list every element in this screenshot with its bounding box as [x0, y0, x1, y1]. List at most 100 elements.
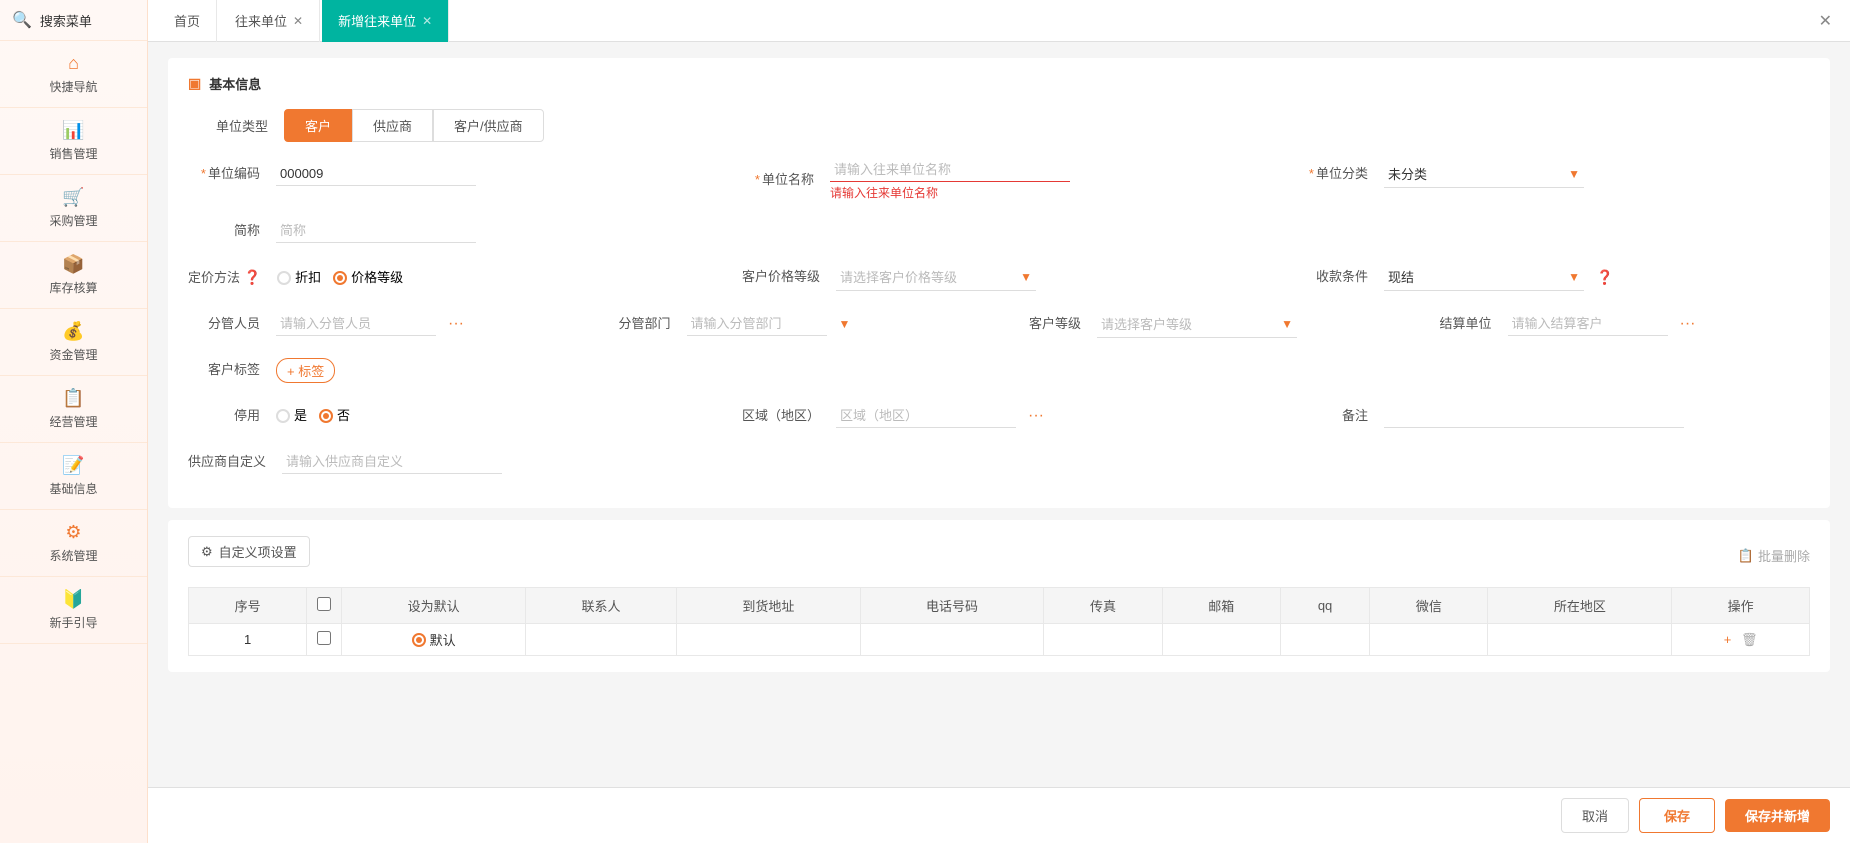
pricing-discount-option[interactable]: 折扣: [277, 262, 321, 294]
dropdown-arrow-icon-2: ▼: [1020, 270, 1032, 284]
tab-partners[interactable]: 往来单位 ✕: [219, 0, 320, 42]
pricing-discount-radio[interactable]: [277, 271, 291, 285]
area-input[interactable]: [836, 404, 1016, 428]
tag-add-button[interactable]: + 标签: [276, 358, 335, 383]
table-card: ⚙ 自定义项设置 📋 批量删除 序号 设为默认 联系人 到货地址 电话: [168, 520, 1830, 672]
unit-category-select[interactable]: 未分类 ▼: [1384, 160, 1584, 188]
field-unit-name: *单位名称 请输入往来单位名称: [742, 158, 1256, 201]
col-index: 序号: [189, 588, 307, 624]
tab-new-partner[interactable]: 新增往来单位 ✕: [322, 0, 449, 42]
sidebar-item-inventory[interactable]: 📦 库存核算: [0, 242, 147, 309]
department-input[interactable]: [687, 312, 827, 336]
row-add-btn[interactable]: +: [1724, 632, 1732, 647]
pricing-method-label: 定价方法 ❓: [188, 261, 269, 294]
sidebar-item-finance[interactable]: 💰 资金管理: [0, 309, 147, 376]
unit-type-supplier-btn[interactable]: 供应商: [352, 109, 433, 142]
row-delete-btn[interactable]: 🗑: [1741, 632, 1758, 647]
help-icon[interactable]: ❓: [244, 269, 261, 285]
sidebar-item-label: 快捷导航: [49, 78, 97, 95]
disabled-no-option[interactable]: 否: [319, 400, 350, 432]
save-button[interactable]: 保存: [1639, 798, 1715, 833]
customer-level-placeholder: 请选择客户等级: [1101, 314, 1277, 333]
row-qq: [1280, 624, 1369, 656]
unit-name-input[interactable]: [830, 158, 1070, 182]
tab-new-partner-label: 新增往来单位: [338, 11, 416, 30]
row-default-radio[interactable]: [412, 633, 426, 647]
unit-type-both-btn[interactable]: 客户/供应商: [433, 109, 544, 142]
pricing-level-option[interactable]: 价格等级: [333, 262, 403, 294]
batch-delete-area: 📋 批量删除: [1738, 546, 1810, 565]
area-more-btn[interactable]: ···: [1024, 408, 1048, 424]
save-new-button[interactable]: 保存并新增: [1725, 799, 1830, 832]
sidebar-item-quick-nav[interactable]: ⌂ 快捷导航: [0, 41, 147, 108]
tab-partners-close[interactable]: ✕: [293, 14, 303, 28]
sidebar-item-newbie[interactable]: 🔰 新手引导: [0, 577, 147, 644]
unit-name-wrapper: 请输入往来单位名称: [830, 158, 1256, 201]
sidebar-item-system[interactable]: ⚙ 系统管理: [0, 510, 147, 577]
sidebar-item-sales[interactable]: 📊 销售管理: [0, 108, 147, 175]
col-contact: 联系人: [525, 588, 676, 624]
manager-label: 分管人员: [188, 308, 268, 340]
manager-more-btn[interactable]: ···: [444, 316, 468, 332]
settlement-unit-more-btn[interactable]: ···: [1676, 316, 1700, 332]
payment-terms-help-icon[interactable]: ❓: [1596, 269, 1613, 286]
row-checkbox[interactable]: [317, 631, 331, 645]
window-close-icon[interactable]: ✕: [1811, 11, 1840, 31]
row-action: + 🗑: [1672, 624, 1810, 656]
supplier-custom-input[interactable]: [282, 450, 502, 474]
short-name-input[interactable]: [276, 219, 476, 243]
row-checkbox-cell: [307, 624, 342, 656]
remark-label: 备注: [1296, 400, 1376, 432]
pricing-level-radio[interactable]: [333, 271, 347, 285]
department-select[interactable]: ▼: [835, 313, 955, 335]
customer-tag-label: 客户标签: [188, 354, 268, 386]
tag-add-label: + 标签: [287, 361, 324, 380]
row-default-label: 默认: [430, 630, 456, 649]
disabled-yes-radio[interactable]: [276, 409, 290, 423]
money-icon: 💰: [62, 321, 84, 342]
box-icon: 📦: [62, 254, 84, 275]
disabled-yes-option[interactable]: 是: [276, 400, 307, 432]
unit-type-row: 单位类型 客户 供应商 客户/供应商: [188, 109, 1810, 142]
sidebar-search[interactable]: 🔍 搜索菜单: [0, 0, 147, 41]
sidebar-item-label: 系统管理: [49, 547, 97, 564]
row-index: 1: [189, 624, 307, 656]
dropdown-arrow-icon-4: ▼: [839, 317, 851, 331]
remark-input[interactable]: [1384, 404, 1684, 428]
sidebar-item-operations[interactable]: 📋 经营管理: [0, 376, 147, 443]
unit-code-input[interactable]: [276, 162, 476, 186]
custom-settings-button[interactable]: ⚙ 自定义项设置: [188, 536, 310, 567]
unit-type-label: 单位类型: [188, 116, 268, 135]
col-region: 所在地区: [1488, 588, 1672, 624]
chart-icon: 📊: [62, 120, 84, 141]
select-all-checkbox[interactable]: [317, 597, 331, 611]
col-address: 到货地址: [676, 588, 860, 624]
customer-level-select[interactable]: 请选择客户等级 ▼: [1097, 310, 1297, 338]
sidebar-item-purchase[interactable]: 🛒 采购管理: [0, 175, 147, 242]
field-department: 分管部门 ▼: [599, 308, 990, 340]
settlement-unit-input[interactable]: [1508, 312, 1668, 336]
tab-home[interactable]: 首页: [158, 0, 217, 42]
manager-input[interactable]: [276, 312, 436, 336]
col-action: 操作: [1672, 588, 1810, 624]
pricing-method-radio-group: 折扣 价格等级: [277, 262, 403, 294]
unit-type-customer-btn[interactable]: 客户: [284, 109, 352, 142]
section-title-text: 基本信息: [209, 74, 261, 93]
sidebar-item-basic-info[interactable]: 📝 基础信息: [0, 443, 147, 510]
payment-terms-value: 现结: [1388, 267, 1564, 286]
form-row-5: 客户标签 + 标签: [188, 354, 1810, 386]
customer-price-level-select[interactable]: 请选择客户价格等级 ▼: [836, 263, 1036, 291]
sidebar-item-label: 经营管理: [49, 413, 97, 430]
payment-terms-select[interactable]: 现结 ▼: [1384, 263, 1584, 291]
tab-partners-label: 往来单位: [235, 11, 287, 30]
tab-new-partner-close[interactable]: ✕: [422, 14, 432, 28]
cancel-button[interactable]: 取消: [1561, 798, 1629, 833]
disabled-no-radio[interactable]: [319, 409, 333, 423]
row-default-radio-item[interactable]: 默认: [352, 630, 515, 649]
settlement-unit-label: 结算单位: [1420, 308, 1500, 340]
sidebar-item-label: 销售管理: [49, 145, 97, 162]
field-manager: 分管人员 ···: [188, 308, 579, 340]
batch-delete-icon: 📋: [1738, 548, 1754, 564]
pricing-level-label: 价格等级: [351, 262, 403, 294]
search-icon: 🔍: [12, 10, 32, 30]
